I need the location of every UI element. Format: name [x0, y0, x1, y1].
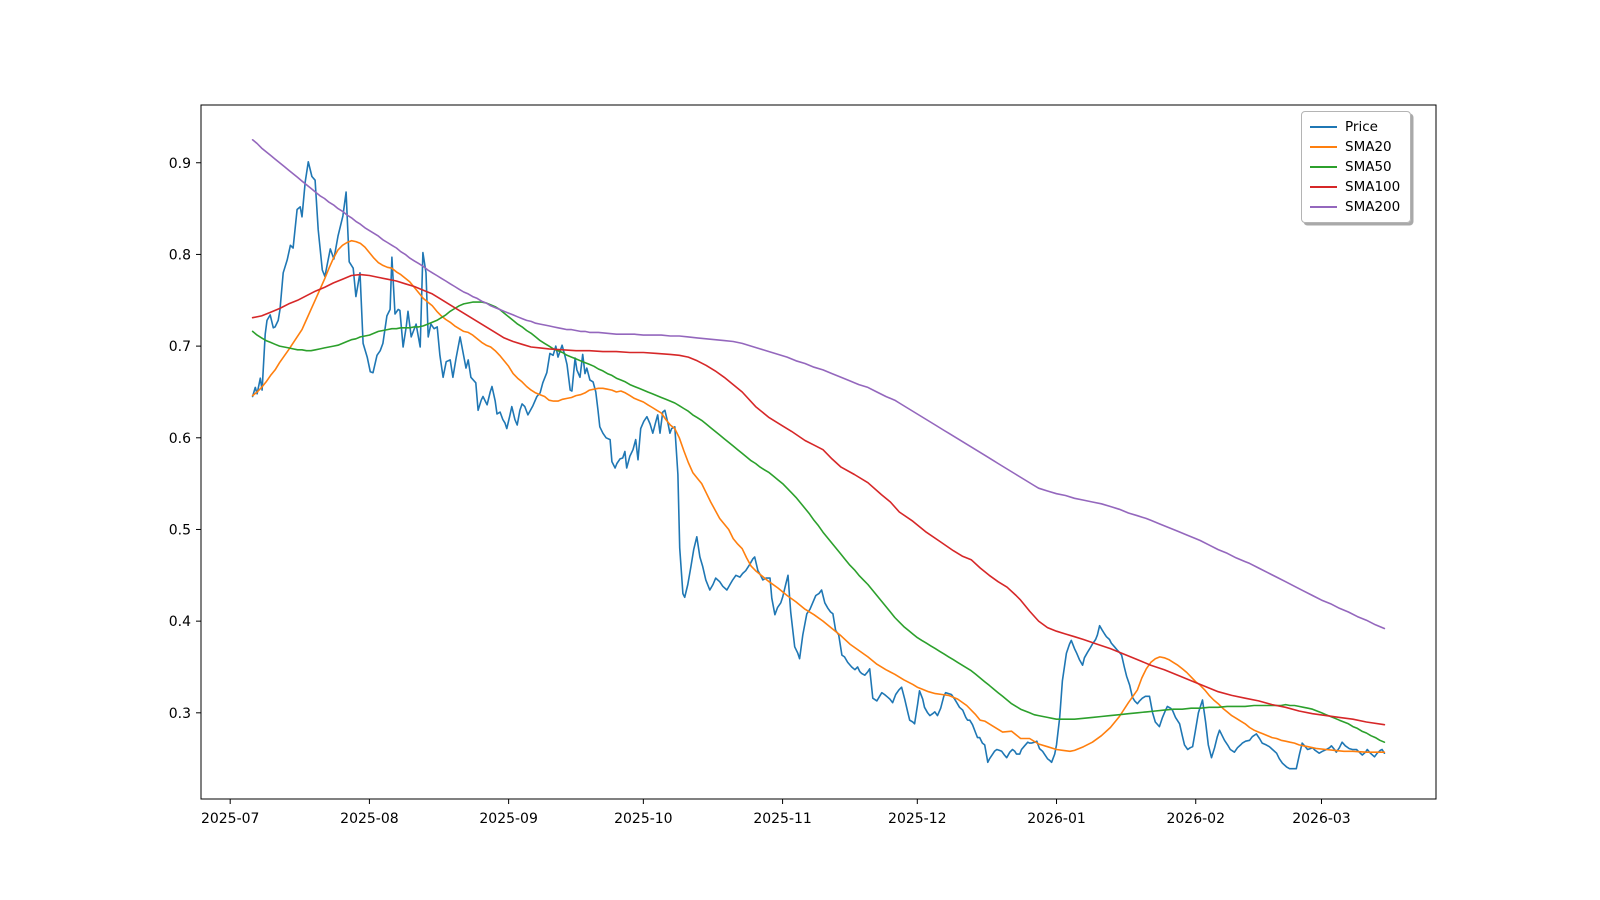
legend-line-sample — [1310, 206, 1337, 208]
series-line-price — [251, 161, 1386, 770]
legend-line-sample — [1310, 126, 1337, 128]
y-tick-label: 0.7 — [169, 339, 191, 355]
legend-item-price: Price — [1310, 117, 1402, 137]
legend-label: SMA100 — [1345, 179, 1401, 195]
x-tick-label: 2025-11 — [753, 811, 812, 827]
x-tick-label: 2026-01 — [1027, 811, 1086, 827]
y-tick-label: 0.4 — [169, 614, 191, 630]
x-tick-label: 2025-12 — [888, 811, 947, 827]
y-tick-label: 0.6 — [169, 431, 191, 447]
series-line-sma20 — [251, 239, 1386, 754]
x-tick-label: 2025-08 — [340, 811, 399, 827]
legend-label: SMA200 — [1345, 199, 1401, 215]
legend-label: SMA20 — [1345, 139, 1392, 155]
x-tick-label: 2025-09 — [479, 811, 538, 827]
legend-item-sma200: SMA200 — [1310, 197, 1402, 217]
y-tick-label: 0.3 — [169, 706, 191, 722]
legend-item-sma50: SMA50 — [1310, 157, 1402, 177]
legend-line-sample — [1310, 166, 1337, 168]
y-tick-label: 0.9 — [169, 156, 191, 172]
series-line-sma100 — [251, 273, 1386, 726]
x-tick-label: 2025-07 — [201, 811, 260, 827]
legend: Price SMA20 SMA50 SMA100 SMA200 — [1301, 111, 1411, 223]
legend-line-sample — [1310, 146, 1337, 148]
legend-item-sma20: SMA20 — [1310, 137, 1402, 157]
legend-item-sma100: SMA100 — [1310, 177, 1402, 197]
y-tick-label: 0.8 — [169, 247, 191, 263]
x-tick-label: 2025-10 — [614, 811, 673, 827]
figure: 2025-07 2025-08 2025-09 2025-10 2025-11 2025-… — [0, 0, 1600, 900]
x-tick-label: 2026-03 — [1292, 811, 1351, 827]
plot-frame — [200, 104, 1437, 800]
legend-label: Price — [1345, 119, 1378, 135]
legend-line-sample — [1310, 186, 1337, 188]
series-line-sma200 — [251, 139, 1386, 630]
x-tick-label: 2026-02 — [1166, 811, 1225, 827]
y-tick-label: 0.5 — [169, 522, 191, 538]
legend-label: SMA50 — [1345, 159, 1392, 175]
